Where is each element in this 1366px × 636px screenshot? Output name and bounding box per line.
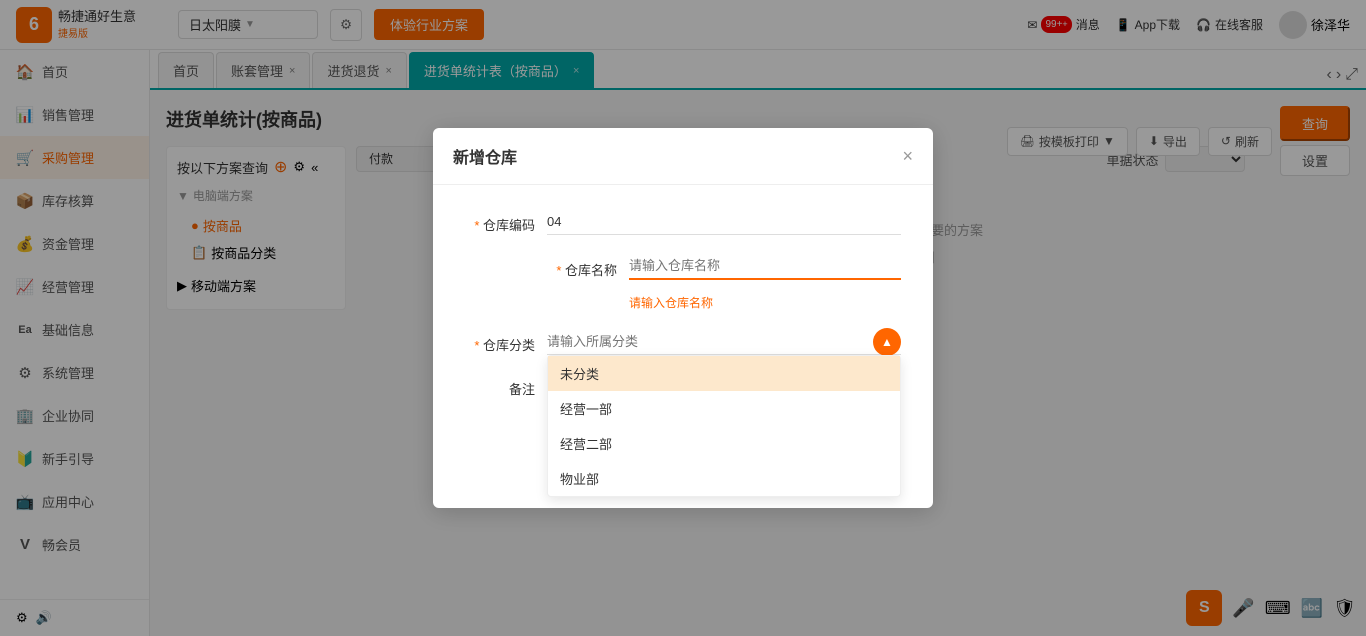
modal-header: 新增仓库 × xyxy=(433,128,933,185)
modal-title: 新增仓库 xyxy=(453,144,517,168)
form-row-name: 仓库名称 请输入仓库名称 xyxy=(465,253,901,311)
new-warehouse-modal: 新增仓库 × 仓库编码 仓库名称 请输入仓库名称 仓库分类 xyxy=(433,128,933,508)
category-label: 仓库分类 xyxy=(465,329,535,354)
chevron-up-icon: ▲ xyxy=(881,335,893,349)
form-row-code: 仓库编码 xyxy=(465,209,901,235)
dropdown-item-property[interactable]: 物业部 xyxy=(548,461,900,496)
code-input[interactable] xyxy=(547,209,901,235)
category-dropdown: 未分类 经营一部 经营二部 物业部 xyxy=(547,355,901,497)
modal-overlay: 新增仓库 × 仓库编码 仓库名称 请输入仓库名称 仓库分类 xyxy=(0,0,1366,636)
name-error-message: 请输入仓库名称 xyxy=(629,294,901,311)
name-label: 仓库名称 xyxy=(547,254,617,279)
form-row-category: 仓库分类 ▲ 未分类 经营一部 经营二部 物业部 xyxy=(465,329,901,355)
category-toggle-button[interactable]: ▲ xyxy=(873,328,901,356)
dropdown-item-dept2[interactable]: 经营二部 xyxy=(548,426,900,461)
remark-label: 备注 xyxy=(465,373,535,398)
dropdown-item-uncategorized[interactable]: 未分类 xyxy=(548,356,900,391)
modal-body: 仓库编码 仓库名称 请输入仓库名称 仓库分类 ▲ xyxy=(433,185,933,441)
code-label: 仓库编码 xyxy=(465,209,535,234)
name-input[interactable] xyxy=(629,253,901,280)
modal-close-button[interactable]: × xyxy=(902,146,913,167)
category-wrapper: ▲ 未分类 经营一部 经营二部 物业部 xyxy=(547,329,901,355)
dropdown-item-dept1[interactable]: 经营一部 xyxy=(548,391,900,426)
category-input[interactable] xyxy=(547,329,901,355)
